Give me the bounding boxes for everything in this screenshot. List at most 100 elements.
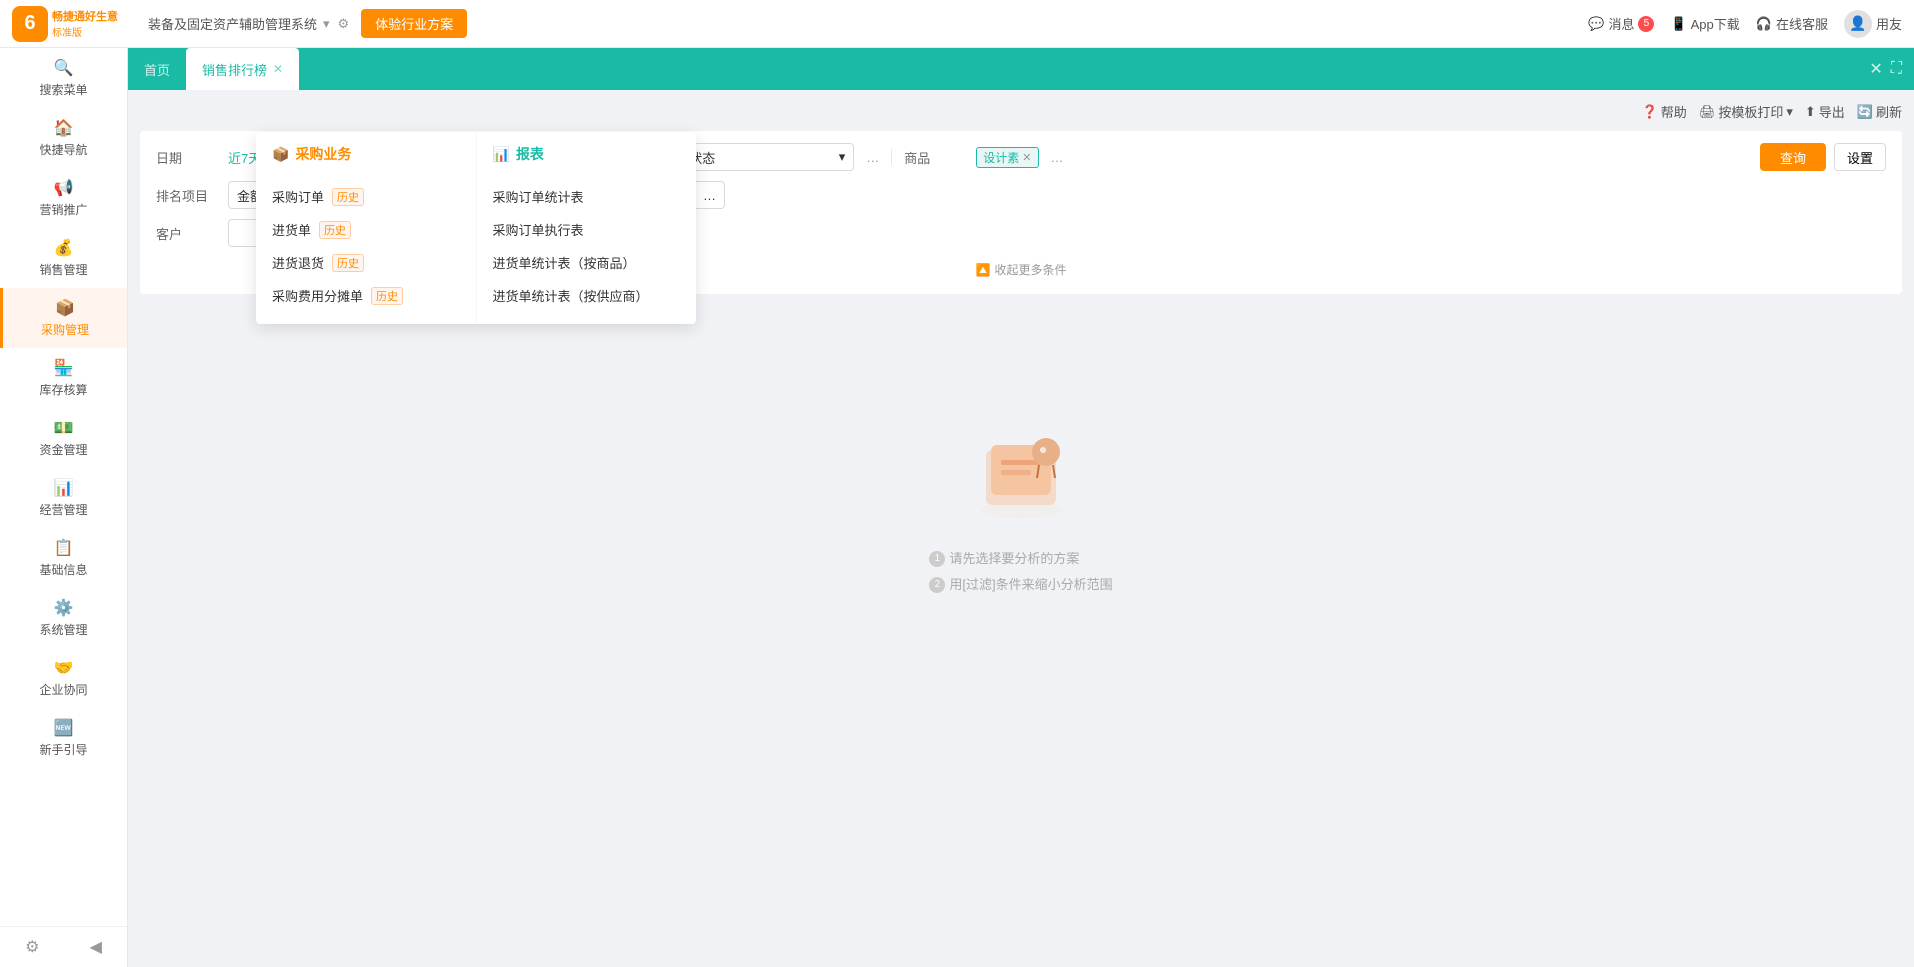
sidebar-bottom: ⚙ ◀: [0, 926, 127, 967]
goods-tags: 设计素 ✕: [976, 147, 1038, 168]
sidebar-item-finance[interactable]: 💵 资金管理: [0, 408, 127, 468]
goods-label: 商品: [904, 148, 964, 167]
tab-expand-icon[interactable]: ⛶: [1891, 60, 1902, 78]
sidebar-item-quick[interactable]: 🏠快捷导航: [0, 108, 127, 168]
headset-icon: 🎧: [1756, 16, 1772, 32]
sidebar-settings-icon[interactable]: ⚙: [25, 937, 39, 957]
refresh-btn[interactable]: 🔄 刷新: [1857, 102, 1902, 121]
print-dropdown-icon[interactable]: ▾: [1786, 104, 1793, 120]
sidebar-item-search[interactable]: 🔍搜索菜单: [0, 48, 127, 108]
dropdown-arrow-icon[interactable]: ▾: [323, 16, 330, 32]
tab-sales-rank[interactable]: 销售排行榜 ✕: [186, 48, 299, 90]
sidebar-search-icon: 🔍: [54, 58, 74, 78]
help-icon: ❓: [1642, 104, 1658, 120]
sidebar-system-icon: ⚙️: [54, 598, 74, 618]
sidebar-item-operation[interactable]: 📊经营管理: [0, 468, 127, 528]
setting-btn[interactable]: 设置: [1834, 143, 1886, 171]
purchase-item-label: 进货单: [272, 220, 311, 239]
tab-close-all-icon[interactable]: ✕: [1869, 59, 1882, 79]
sidebar-item-sales[interactable]: 💰销售管理: [0, 228, 127, 288]
dropdown-purchase-item[interactable]: 采购订单历史: [272, 180, 460, 213]
help-btn[interactable]: ❓ 帮助: [1642, 102, 1687, 121]
sidebar-item-guide[interactable]: 🆕新手引导: [0, 708, 127, 768]
tab-bar: 首页 销售排行榜 ✕ ✕ ⛶: [128, 48, 1914, 90]
sidebar-item-marketing[interactable]: 📢 营销推广: [0, 168, 127, 228]
message-btn[interactable]: 💬 消息 5: [1588, 14, 1654, 33]
sidebar-inventory-label: 库存核算: [39, 381, 87, 398]
query-btns: 查询 设置: [1760, 143, 1886, 171]
report-icon: 📊: [493, 146, 510, 163]
sidebar-finance-icon: 💵: [54, 418, 74, 438]
sidebar-enterprise-label: 企业协同: [39, 681, 87, 698]
settings-icon[interactable]: ⚙: [338, 16, 350, 32]
goods-tag-close-icon[interactable]: ✕: [1022, 151, 1031, 164]
dropdown-report-item[interactable]: 采购订单执行表: [493, 213, 681, 246]
online-service-btn[interactable]: 🎧 在线客服: [1756, 14, 1828, 33]
main-area: 🔍搜索菜单🏠快捷导航 📢 营销推广 💰销售管理📦采购管理 🏪 库存核算 💵 资金管理 📊经营管理…: [0, 48, 1914, 967]
sidebar-basic-label: 基础信息: [39, 561, 87, 578]
dropdown-report-item[interactable]: 进货单统计表（按供应商）: [493, 279, 681, 312]
user-btn[interactable]: 👤 用友: [1844, 10, 1902, 38]
app-download-btn[interactable]: 📱 App下载: [1670, 14, 1739, 33]
logo-icon: 6: [12, 6, 48, 42]
dropdown-purchase-item[interactable]: 采购费用分摊单历史: [272, 279, 460, 312]
purchase-icon: 📦: [272, 146, 289, 163]
industry-btn[interactable]: 体验行业方案: [361, 9, 467, 38]
hist-badge: 历史: [332, 254, 364, 272]
message-icon: 💬: [1588, 16, 1604, 32]
purchase-item-label: 采购费用分摊单: [272, 286, 363, 305]
bill-status-more-icon[interactable]: …: [866, 150, 879, 165]
sidebar: 🔍搜索菜单🏠快捷导航 📢 营销推广 💰销售管理📦采购管理 🏪 库存核算 💵 资金管理 📊经营管理…: [0, 48, 128, 967]
sidebar-inventory-icon: 🏪: [54, 358, 74, 378]
sidebar-item-enterprise[interactable]: 🤝 企业协同: [0, 648, 127, 708]
sidebar-system-label: 系统管理: [39, 621, 87, 638]
export-btn[interactable]: ⬆ 导出: [1805, 102, 1845, 121]
query-btn[interactable]: 查询: [1760, 143, 1826, 171]
bill-status-arrow-icon: ▾: [839, 149, 846, 165]
purchase-item-label: 采购订单: [272, 187, 324, 206]
content-body: ❓ 帮助 🖨 按模板打印 ▾ ⬆ 导出 🔄 刷新: [128, 90, 1914, 967]
dropdown-purchase-item[interactable]: 进货退货历史: [272, 246, 460, 279]
hist-badge: 历史: [319, 221, 351, 239]
sidebar-finance-label: 资金管理: [39, 441, 87, 458]
sidebar-item-basic[interactable]: 📋 基础信息: [0, 528, 127, 588]
tab-home[interactable]: 首页: [128, 48, 186, 90]
report-item-label: 采购订单统计表: [493, 187, 584, 206]
print-btn[interactable]: 🖨 按模板打印 ▾: [1699, 102, 1793, 121]
empty-illustration: [961, 410, 1081, 530]
tip1-dot: 1: [929, 551, 945, 567]
sidebar-item-purchase[interactable]: 📦采购管理: [0, 288, 127, 348]
sidebar-collapse-icon[interactable]: ◀: [90, 937, 102, 957]
report-item-label: 进货单统计表（按商品）: [493, 253, 636, 272]
avatar: 👤: [1844, 10, 1872, 38]
sidebar-marketing-icon: 📢: [54, 178, 74, 198]
dropdown-purchase-item[interactable]: 进货单历史: [272, 213, 460, 246]
top-bar-right: 💬 消息 5 📱 App下载 🎧 在线客服 👤 用友: [1588, 10, 1902, 38]
sidebar-purchase-icon: 📦: [55, 298, 75, 318]
sidebar-guide-icon: 🆕: [54, 718, 74, 738]
tab-close-icon[interactable]: ✕: [273, 62, 283, 76]
sidebar-marketing-label: 营销推广: [39, 201, 87, 218]
sidebar-items: 🔍搜索菜单🏠快捷导航 📢 营销推广 💰销售管理📦采购管理 🏪 库存核算 💵 资金管理 📊经营管理…: [0, 48, 127, 768]
top-bar: 6 畅捷通好生意 标准版 装备及固定资产辅助管理系统 ▾ ⚙ 体验行业方案 💬 …: [0, 0, 1914, 48]
sidebar-item-inventory[interactable]: 🏪 库存核算: [0, 348, 127, 408]
sidebar-quick-label: 快捷导航: [39, 141, 87, 158]
logo-text: 畅捷通好生意 标准版: [52, 8, 118, 39]
dropdown-report-item[interactable]: 采购订单统计表: [493, 180, 681, 213]
sidebar-operation-icon: 📊: [54, 478, 74, 498]
dropdown-report-item[interactable]: 进货单统计表（按商品）: [493, 246, 681, 279]
logo-area: 6 畅捷通好生意 标准版: [12, 6, 140, 42]
sidebar-basic-icon: 📋: [54, 538, 74, 558]
hist-badge: 历史: [332, 188, 364, 206]
purchase-item-label: 进货退货: [272, 253, 324, 272]
goods-tag: 设计素 ✕: [976, 147, 1038, 168]
content-area: 首页 销售排行榜 ✕ ✕ ⛶ ❓ 帮助: [128, 48, 1914, 967]
empty-state: 1请先选择要分析的方案 2用[过滤]条件来缩小分析范围: [140, 304, 1902, 704]
sidebar-item-system[interactable]: ⚙️ 系统管理: [0, 588, 127, 648]
sidebar-enterprise-icon: 🤝: [54, 658, 74, 678]
report-item-label: 采购订单执行表: [493, 220, 584, 239]
goods-more-icon[interactable]: …: [1051, 150, 1064, 165]
dropdown-report-col: 📊 报表 采购订单统计表采购订单执行表进货单统计表（按商品）进货单统计表（按供应…: [477, 132, 697, 324]
dropdown-menu: 📦 采购业务 采购订单历史进货单历史进货退货历史采购费用分摊单历史 📊 报表 采…: [256, 132, 696, 324]
export-icon: ⬆: [1805, 104, 1816, 120]
